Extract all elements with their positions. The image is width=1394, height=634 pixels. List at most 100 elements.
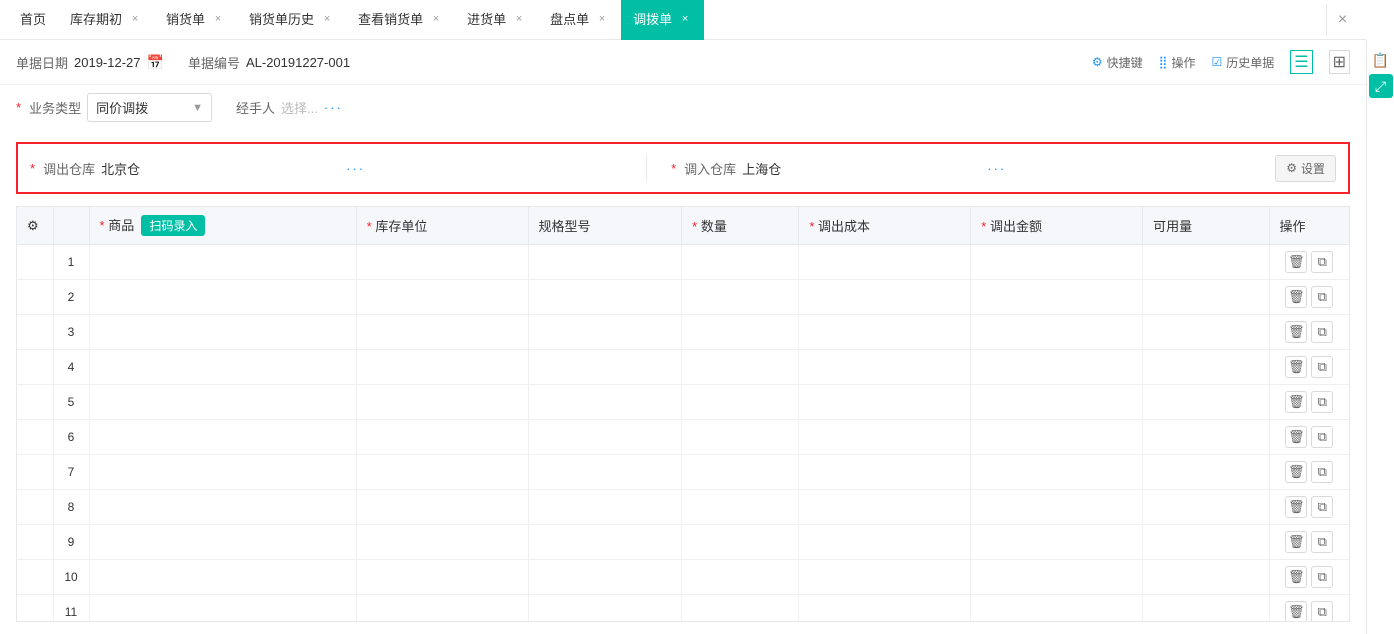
row-copy-icon[interactable]: ⧉ bbox=[1311, 356, 1333, 378]
tab-transfer[interactable]: 调拨单 × bbox=[621, 0, 704, 40]
tab-sales-order[interactable]: 销货单 × bbox=[154, 0, 237, 40]
tab-view-sales[interactable]: 查看销货单 × bbox=[346, 0, 455, 40]
row-available[interactable] bbox=[1143, 455, 1269, 490]
row-spec[interactable] bbox=[528, 245, 682, 280]
row-spec[interactable] bbox=[528, 560, 682, 595]
row-unit[interactable] bbox=[356, 525, 528, 560]
row-spec[interactable] bbox=[528, 350, 682, 385]
row-delete-icon[interactable]: 🗑 bbox=[1285, 251, 1307, 273]
tab-transfer-close[interactable]: × bbox=[678, 12, 692, 26]
row-product[interactable] bbox=[89, 385, 356, 420]
row-delete-icon[interactable]: 🗑 bbox=[1285, 496, 1307, 518]
row-unit[interactable] bbox=[356, 560, 528, 595]
row-available[interactable] bbox=[1143, 350, 1269, 385]
row-copy-icon[interactable]: ⧉ bbox=[1311, 461, 1333, 483]
row-amount[interactable] bbox=[971, 280, 1143, 315]
row-spec[interactable] bbox=[528, 455, 682, 490]
row-product[interactable] bbox=[89, 315, 356, 350]
row-delete-icon[interactable]: 🗑 bbox=[1285, 391, 1307, 413]
history-action[interactable]: ☑ 历史单据 bbox=[1211, 54, 1274, 71]
person-select[interactable]: 选择... bbox=[281, 98, 318, 117]
row-product[interactable] bbox=[89, 455, 356, 490]
row-available[interactable] bbox=[1143, 490, 1269, 525]
tab-sales-order-close[interactable]: × bbox=[211, 12, 225, 26]
row-amount[interactable] bbox=[971, 315, 1143, 350]
tab-purchase[interactable]: 进货单 × bbox=[455, 0, 538, 40]
view2-action[interactable]: ⊞ bbox=[1329, 50, 1350, 74]
row-cost[interactable] bbox=[799, 280, 971, 315]
shortcut-action[interactable]: ⚙ 快捷键 bbox=[1092, 54, 1143, 71]
row-available[interactable] bbox=[1143, 420, 1269, 455]
row-unit[interactable] bbox=[356, 385, 528, 420]
row-copy-icon[interactable]: ⧉ bbox=[1311, 531, 1333, 553]
tab-sales-history-close[interactable]: × bbox=[320, 12, 334, 26]
row-available[interactable] bbox=[1143, 525, 1269, 560]
row-amount[interactable] bbox=[971, 385, 1143, 420]
tab-inventory-close[interactable]: × bbox=[595, 12, 609, 26]
row-available[interactable] bbox=[1143, 595, 1269, 622]
row-product[interactable] bbox=[89, 245, 356, 280]
row-delete-icon[interactable]: 🗑 bbox=[1285, 601, 1307, 621]
target-warehouse-dots[interactable]: ··· bbox=[987, 161, 1006, 176]
row-cost[interactable] bbox=[799, 245, 971, 280]
operate-action[interactable]: ⣿ 操作 bbox=[1159, 54, 1196, 71]
tab-purchase-close[interactable]: × bbox=[512, 12, 526, 26]
row-qty[interactable] bbox=[682, 315, 799, 350]
row-copy-icon[interactable]: ⧉ bbox=[1311, 601, 1333, 621]
row-unit[interactable] bbox=[356, 455, 528, 490]
row-available[interactable] bbox=[1143, 385, 1269, 420]
row-qty[interactable] bbox=[682, 385, 799, 420]
row-copy-icon[interactable]: ⧉ bbox=[1311, 321, 1333, 343]
row-copy-icon[interactable]: ⧉ bbox=[1311, 426, 1333, 448]
row-product[interactable] bbox=[89, 280, 356, 315]
tab-view-sales-close[interactable]: × bbox=[429, 12, 443, 26]
row-cost[interactable] bbox=[799, 490, 971, 525]
row-amount[interactable] bbox=[971, 595, 1143, 622]
row-unit[interactable] bbox=[356, 420, 528, 455]
row-product[interactable] bbox=[89, 420, 356, 455]
row-spec[interactable] bbox=[528, 525, 682, 560]
row-cost[interactable] bbox=[799, 350, 971, 385]
view1-action[interactable]: ☰ bbox=[1290, 50, 1312, 74]
tab-inventory[interactable]: 盘点单 × bbox=[538, 0, 621, 40]
row-qty[interactable] bbox=[682, 525, 799, 560]
row-spec[interactable] bbox=[528, 315, 682, 350]
row-amount[interactable] bbox=[971, 455, 1143, 490]
row-cost[interactable] bbox=[799, 525, 971, 560]
source-warehouse-dots[interactable]: ··· bbox=[346, 161, 365, 176]
row-available[interactable] bbox=[1143, 245, 1269, 280]
row-copy-icon[interactable]: ⧉ bbox=[1311, 251, 1333, 273]
row-delete-icon[interactable]: 🗑 bbox=[1285, 356, 1307, 378]
row-spec[interactable] bbox=[528, 595, 682, 622]
row-available[interactable] bbox=[1143, 280, 1269, 315]
row-qty[interactable] bbox=[682, 490, 799, 525]
row-cost[interactable] bbox=[799, 560, 971, 595]
row-copy-icon[interactable]: ⧉ bbox=[1311, 286, 1333, 308]
sidebar-note-icon[interactable]: 📋 bbox=[1369, 48, 1393, 72]
row-spec[interactable] bbox=[528, 420, 682, 455]
row-cost[interactable] bbox=[799, 315, 971, 350]
sidebar-expand-icon[interactable]: ⤢ bbox=[1369, 74, 1393, 98]
row-unit[interactable] bbox=[356, 490, 528, 525]
row-qty[interactable] bbox=[682, 280, 799, 315]
row-copy-icon[interactable]: ⧉ bbox=[1311, 391, 1333, 413]
table-scroll-area[interactable]: ⚙ * 商品 扫码录入 * 库存单位 规格型号 bbox=[17, 207, 1349, 621]
row-qty[interactable] bbox=[682, 245, 799, 280]
row-cost[interactable] bbox=[799, 420, 971, 455]
row-qty[interactable] bbox=[682, 560, 799, 595]
row-amount[interactable] bbox=[971, 560, 1143, 595]
row-qty[interactable] bbox=[682, 455, 799, 490]
row-product[interactable] bbox=[89, 350, 356, 385]
row-unit[interactable] bbox=[356, 595, 528, 622]
row-copy-icon[interactable]: ⧉ bbox=[1311, 496, 1333, 518]
row-spec[interactable] bbox=[528, 280, 682, 315]
tab-stock-init[interactable]: 库存期初 × bbox=[58, 0, 154, 40]
row-qty[interactable] bbox=[682, 595, 799, 622]
row-copy-icon[interactable]: ⧉ bbox=[1311, 566, 1333, 588]
row-delete-icon[interactable]: 🗑 bbox=[1285, 461, 1307, 483]
row-delete-icon[interactable]: 🗑 bbox=[1285, 426, 1307, 448]
calendar-icon[interactable]: 📅 bbox=[147, 54, 164, 71]
row-unit[interactable] bbox=[356, 245, 528, 280]
tab-home[interactable]: 首页 bbox=[8, 0, 58, 40]
row-cost[interactable] bbox=[799, 595, 971, 622]
